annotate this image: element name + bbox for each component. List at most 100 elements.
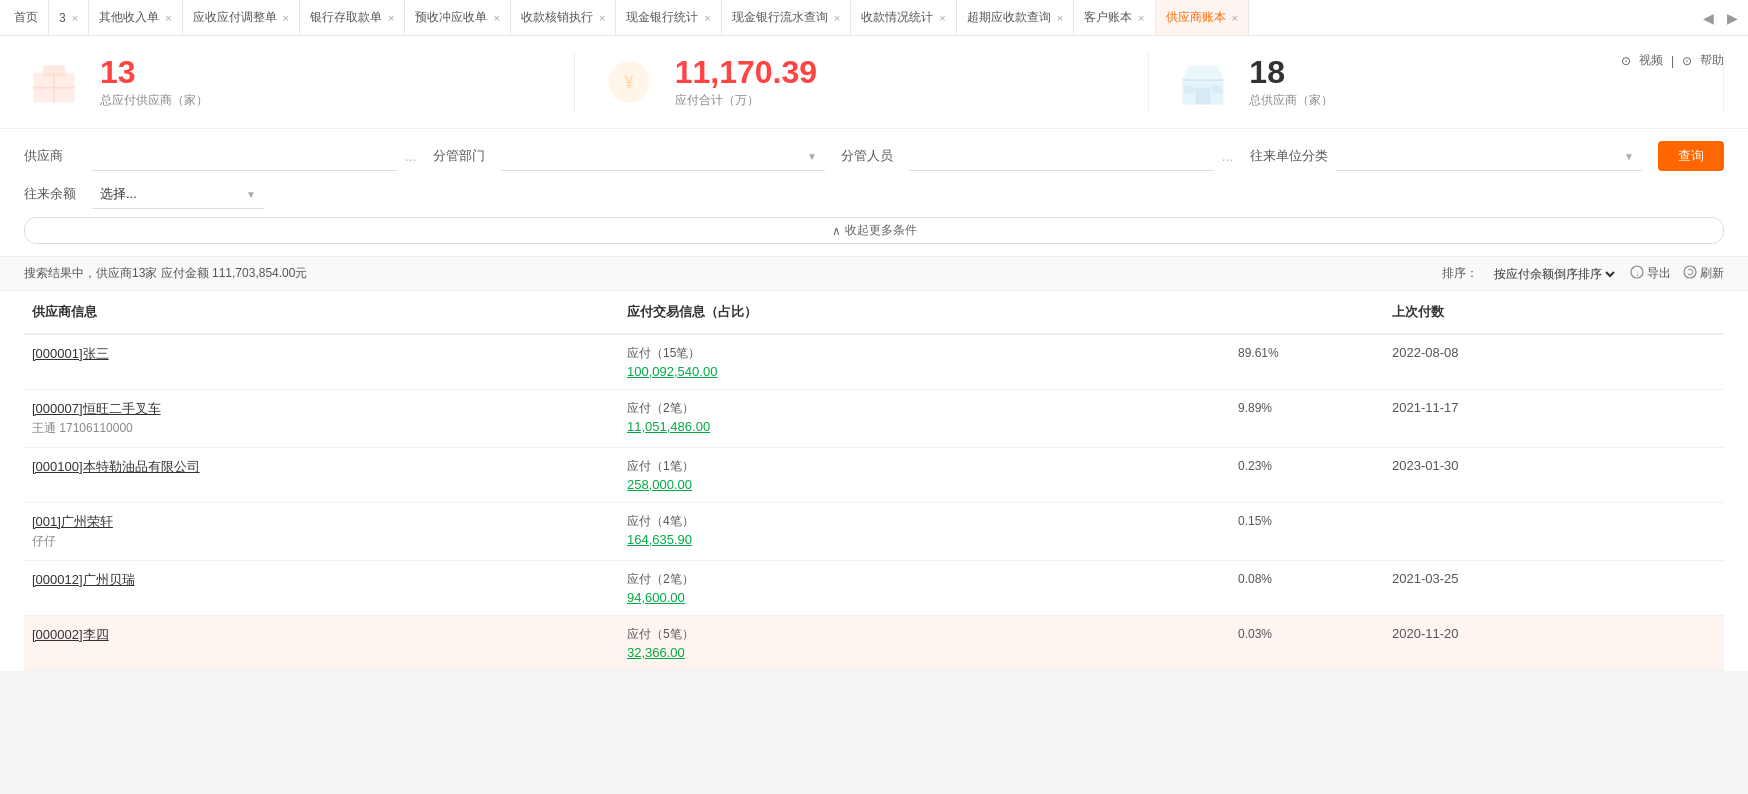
percent-text: 0.03% <box>1238 627 1272 641</box>
stat-label-suppliers: 总应付供应商（家） <box>100 92 208 109</box>
stat-info-suppliers: 13 总应付供应商（家） <box>100 56 208 109</box>
nav-tab-overdue-ar[interactable]: 超期应收款查询 × <box>957 0 1074 36</box>
nav-next-button[interactable]: ▶ <box>1720 0 1744 36</box>
last-pay-cell: 2021-03-25 <box>1384 561 1724 616</box>
nav-tab-3-close[interactable]: × <box>72 12 78 24</box>
filter-dept: 分管部门 ▼ <box>433 141 826 171</box>
help-link[interactable]: 帮助 <box>1700 52 1724 69</box>
ap-label: 应付（5笔） <box>627 626 1206 643</box>
nav-tab-home[interactable]: 首页 <box>4 0 49 36</box>
nav-tab-cash-bank-stat-close[interactable]: × <box>704 12 710 24</box>
nav-tab-collection-stat[interactable]: 收款情况统计 × <box>851 0 956 36</box>
filter-supplier-input[interactable] <box>92 141 397 171</box>
nav-tab-bank-deposit-close[interactable]: × <box>388 12 394 24</box>
video-link[interactable]: 视频 <box>1639 52 1663 69</box>
supplier-link[interactable]: [000001]张三 <box>32 346 109 361</box>
supplier-info-cell: [000007]恒旺二手叉车王通 17106110000 <box>24 390 619 448</box>
supplier-info-cell: [000100]本特勒油品有限公司 <box>24 448 619 503</box>
nav-tab-3[interactable]: 3 × <box>49 0 89 36</box>
stat-number-suppliers: 13 <box>100 56 208 88</box>
filter-balance-select[interactable]: 选择... <box>92 179 264 209</box>
amount-link[interactable]: 164,635.90 <box>627 532 692 547</box>
ap-info-cell: 应付（1笔）258,000.00 <box>619 448 1214 503</box>
nav-tab-customer-ledger-close[interactable]: × <box>1138 12 1144 24</box>
nav-tab-ar-ap-adjust-close[interactable]: × <box>283 12 289 24</box>
export-button[interactable]: ↓ 导出 <box>1630 265 1671 282</box>
table-container: 供应商信息 应付交易信息（占比） 上次付数 [000001]张三应付（15笔）1… <box>0 291 1748 671</box>
export-icon: ↓ <box>1630 265 1644 282</box>
supplier-link[interactable]: [001]广州荣轩 <box>32 514 113 529</box>
search-button[interactable]: 查询 <box>1658 141 1724 171</box>
filter-person-label: 分管人员 <box>841 147 901 165</box>
supplier-info-cell: [001]广州荣轩仔仔 <box>24 503 619 561</box>
ap-info-cell: 应付（2笔）94,600.00 <box>619 561 1214 616</box>
amount-link[interactable]: 94,600.00 <box>627 590 685 605</box>
svg-point-13 <box>1684 266 1696 278</box>
nav-bar: 首页 3 × 其他收入单 × 应收应付调整单 × 银行存取款单 × 预收冲应收单… <box>0 0 1748 36</box>
filter-row-2: 往来余额 选择... ▼ <box>24 179 1724 209</box>
filter-person-input[interactable] <box>909 141 1214 171</box>
nav-tab-collection-stat-close[interactable]: × <box>939 12 945 24</box>
filter-balance-label: 往来余额 <box>24 185 84 203</box>
nav-tab-supplier-ledger-close[interactable]: × <box>1232 12 1238 24</box>
svg-rect-8 <box>1185 86 1194 93</box>
nav-tab-supplier-ledger[interactable]: 供应商账本 × <box>1156 0 1249 36</box>
refresh-button[interactable]: 刷新 <box>1683 265 1724 282</box>
filter-category: 往来单位分类 ▼ <box>1250 141 1643 171</box>
nav-tab-prepay-close[interactable]: × <box>493 12 499 24</box>
nav-tab-other-income-close[interactable]: × <box>165 12 171 24</box>
nav-arrows: ◀ ▶ <box>1696 0 1744 36</box>
supplier-link[interactable]: [000007]恒旺二手叉车 <box>32 401 161 416</box>
supplier-link[interactable]: [000100]本特勒油品有限公司 <box>32 459 200 474</box>
ap-info-cell: 应付（5笔） 32,366.00 <box>619 616 1214 671</box>
ap-info-cell: 应付（4笔）164,635.90 <box>619 503 1214 561</box>
person-ellipsis[interactable]: ... <box>1222 148 1234 164</box>
percent-text: 0.15% <box>1238 514 1272 528</box>
supplier-link[interactable]: [000002]李四 <box>32 627 109 642</box>
nav-tab-other-income[interactable]: 其他收入单 × <box>89 0 182 36</box>
filter-balance-wrapper: 选择... ▼ <box>92 179 264 209</box>
nav-tab-cash-bank-flow-close[interactable]: × <box>834 12 840 24</box>
nav-tab-prepay[interactable]: 预收冲应收单 × <box>405 0 510 36</box>
nav-tab-overdue-ar-close[interactable]: × <box>1057 12 1063 24</box>
supplier-ellipsis[interactable]: ... <box>405 148 417 164</box>
stat-block-amount: ¥ 11,170.39 应付合计（万） <box>575 52 1150 112</box>
percent-text: 0.23% <box>1238 459 1272 473</box>
filter-category-select[interactable] <box>1336 141 1643 171</box>
refresh-label: 刷新 <box>1700 265 1724 282</box>
nav-tab-receivable-exec-close[interactable]: × <box>599 12 605 24</box>
result-actions: 排序： 按应付余额倒序排序 ↓ 导出 刷新 <box>1442 265 1724 282</box>
result-summary-text: 搜索结果中，供应商13家 应付金额 111,703,854.00元 <box>24 265 307 282</box>
filter-dept-label: 分管部门 <box>433 147 493 165</box>
sort-label: 排序： <box>1442 265 1478 282</box>
percent-cell: 0.15% <box>1214 503 1384 561</box>
svg-rect-7 <box>1196 88 1211 105</box>
nav-tab-bank-deposit[interactable]: 银行存取款单 × <box>300 0 405 36</box>
header-actions: ⊙ 视频 | ⊙ 帮助 <box>1621 52 1724 69</box>
filter-category-label: 往来单位分类 <box>1250 147 1328 165</box>
stat-icon-amount: ¥ <box>599 52 659 112</box>
nav-tab-cash-bank-stat[interactable]: 现金银行统计 × <box>616 0 721 36</box>
nav-tab-cash-bank-flow[interactable]: 现金银行流水查询 × <box>722 0 851 36</box>
filter-dept-wrapper: ▼ <box>501 141 826 171</box>
ap-label: 应付（2笔） <box>627 400 1206 417</box>
filter-dept-select[interactable] <box>501 141 826 171</box>
nav-tab-ar-ap-adjust[interactable]: 应收应付调整单 × <box>183 0 300 36</box>
nav-tab-customer-ledger[interactable]: 客户账本 × <box>1074 0 1155 36</box>
help-icon: ⊙ <box>1682 54 1692 68</box>
amount-link[interactable]: 32,366.00 <box>627 645 685 660</box>
nav-tab-receivable-exec[interactable]: 收款核销执行 × <box>511 0 616 36</box>
amount-link[interactable]: 100,092,540.00 <box>627 364 717 379</box>
col-ap-percent <box>1214 291 1384 334</box>
supplier-link[interactable]: [000012]广州贝瑞 <box>32 572 135 587</box>
nav-prev-button[interactable]: ◀ <box>1696 0 1720 36</box>
last-pay-date: 2023-01-30 <box>1392 458 1459 473</box>
stat-icon-suppliers <box>24 52 84 112</box>
amount-link[interactable]: 11,051,486.00 <box>627 419 710 434</box>
collapse-button[interactable]: ∧ 收起更多条件 <box>24 217 1724 244</box>
table-scroll[interactable]: 供应商信息 应付交易信息（占比） 上次付数 [000001]张三应付（15笔）1… <box>24 291 1724 671</box>
stat-number-amount: 11,170.39 <box>675 56 817 88</box>
filter-supplier-label: 供应商 <box>24 147 84 165</box>
amount-link[interactable]: 258,000.00 <box>627 477 692 492</box>
sort-select[interactable]: 按应付余额倒序排序 <box>1490 266 1618 282</box>
